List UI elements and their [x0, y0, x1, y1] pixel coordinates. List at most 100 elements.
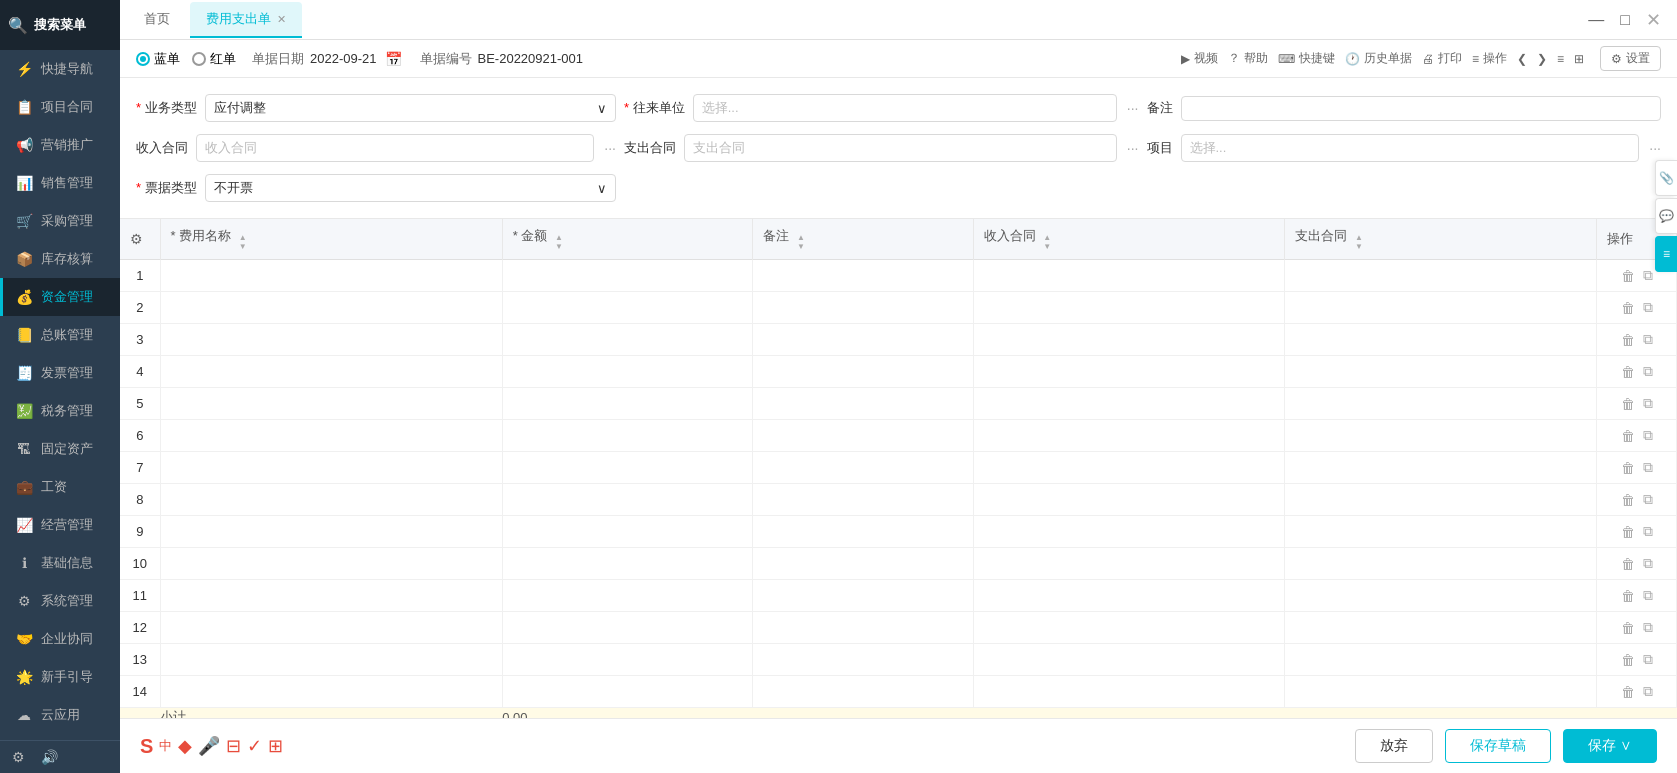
save-button[interactable]: 保存 ∨ — [1563, 729, 1657, 763]
copy-row-icon[interactable]: ⧉ — [1643, 459, 1653, 476]
video-action[interactable]: ▶ 视频 — [1181, 50, 1218, 67]
expense-contract-cell[interactable] — [1285, 516, 1597, 548]
sidebar-item-operations-mgmt[interactable]: 📈 经营管理 — [0, 506, 120, 544]
amount-cell[interactable] — [502, 324, 753, 356]
th-income-contract[interactable]: 收入合同 ▲ ▼ — [973, 219, 1285, 260]
remark-cell[interactable] — [753, 612, 973, 644]
next-button[interactable]: ❯ — [1537, 52, 1547, 66]
delete-row-icon[interactable]: 🗑 — [1621, 332, 1635, 348]
settings-icon[interactable]: ⚙ — [12, 749, 25, 765]
gear-icon[interactable]: ⚙ — [130, 231, 143, 247]
sidebar-item-sales-mgmt[interactable]: 📊 销售管理 — [0, 164, 120, 202]
amount-cell[interactable] — [502, 388, 753, 420]
delete-row-icon[interactable]: 🗑 — [1621, 396, 1635, 412]
copy-row-icon[interactable]: ⧉ — [1643, 395, 1653, 412]
income-contract-cell[interactable] — [973, 292, 1285, 324]
ops-action[interactable]: ≡ 操作 — [1472, 50, 1507, 67]
save-draft-button[interactable]: 保存草稿 — [1445, 729, 1551, 763]
amount-cell[interactable] — [502, 260, 753, 292]
copy-row-icon[interactable]: ⧉ — [1643, 651, 1653, 668]
remark-cell[interactable] — [753, 292, 973, 324]
copy-row-icon[interactable]: ⧉ — [1643, 683, 1653, 700]
income-contract-cell[interactable] — [973, 356, 1285, 388]
remark-input[interactable] — [1181, 96, 1662, 121]
date-value[interactable]: 2022-09-21 — [310, 51, 377, 66]
expense-name-cell[interactable] — [160, 356, 502, 388]
expense-name-cell[interactable] — [160, 420, 502, 452]
amount-cell[interactable] — [502, 580, 753, 612]
list-view-button[interactable]: ≡ — [1557, 52, 1564, 66]
sidebar-item-capital-mgmt[interactable]: 💰 资金管理 — [0, 278, 120, 316]
delete-row-icon[interactable]: 🗑 — [1621, 556, 1635, 572]
amount-cell[interactable] — [502, 548, 753, 580]
bill-type-select[interactable]: 不开票 ∨ — [205, 174, 616, 202]
expense-contract-cell[interactable] — [1285, 580, 1597, 612]
expense-contract-cell[interactable] — [1285, 292, 1597, 324]
remark-cell[interactable] — [753, 484, 973, 516]
close-window-button[interactable]: ✕ — [1642, 9, 1665, 31]
copy-row-icon[interactable]: ⧉ — [1643, 587, 1653, 604]
expense-name-cell[interactable] — [160, 612, 502, 644]
copy-row-icon[interactable]: ⧉ — [1643, 267, 1653, 284]
income-contract-cell[interactable] — [973, 388, 1285, 420]
expense-name-cell[interactable] — [160, 676, 502, 708]
blue-single-radio[interactable]: 蓝单 — [136, 50, 180, 68]
income-contract-cell[interactable] — [973, 612, 1285, 644]
remark-cell[interactable] — [753, 452, 973, 484]
income-contract-cell[interactable] — [973, 324, 1285, 356]
expense-contract-cell[interactable] — [1285, 612, 1597, 644]
amount-cell[interactable] — [502, 644, 753, 676]
expense-contract-cell[interactable] — [1285, 484, 1597, 516]
sidebar-item-new-guide[interactable]: 🌟 新手引导 — [0, 658, 120, 696]
amount-cell[interactable] — [502, 420, 753, 452]
grid-view-button[interactable]: ⊞ — [1574, 52, 1584, 66]
delete-row-icon[interactable]: 🗑 — [1621, 620, 1635, 636]
income-contract-cell[interactable] — [973, 260, 1285, 292]
expense-contract-cell[interactable] — [1285, 356, 1597, 388]
expense-contract-input[interactable]: 支出合同 — [684, 134, 1117, 162]
prev-button[interactable]: ❮ — [1517, 52, 1527, 66]
amount-cell[interactable] — [502, 484, 753, 516]
delete-row-icon[interactable]: 🗑 — [1621, 364, 1635, 380]
income-contract-cell[interactable] — [973, 580, 1285, 612]
minimize-button[interactable]: — — [1584, 9, 1608, 31]
sidebar-item-quick-nav[interactable]: ⚡ 快捷导航 — [0, 50, 120, 88]
right-panel-comment-btn[interactable]: 💬 — [1655, 198, 1677, 234]
amount-cell[interactable] — [502, 356, 753, 388]
remark-cell[interactable] — [753, 356, 973, 388]
expense-name-cell[interactable] — [160, 516, 502, 548]
sidebar-item-invoice-mgmt[interactable]: 🧾 发票管理 — [0, 354, 120, 392]
sidebar-item-purchase-mgmt[interactable]: 🛒 采购管理 — [0, 202, 120, 240]
expense-contract-cell[interactable] — [1285, 388, 1597, 420]
expense-name-cell[interactable] — [160, 260, 502, 292]
delete-row-icon[interactable]: 🗑 — [1621, 492, 1635, 508]
income-contract-cell[interactable] — [973, 420, 1285, 452]
discard-button[interactable]: 放弃 — [1355, 729, 1433, 763]
bill-no-value[interactable]: BE-20220921-001 — [478, 51, 584, 66]
sidebar-item-project-contract[interactable]: 📋 项目合同 — [0, 88, 120, 126]
th-expense-contract[interactable]: 支出合同 ▲ ▼ — [1285, 219, 1597, 260]
expense-name-cell[interactable] — [160, 580, 502, 612]
sidebar-header[interactable]: 🔍 搜索菜单 — [0, 0, 120, 50]
sidebar-item-system-mgmt[interactable]: ⚙ 系统管理 — [0, 582, 120, 620]
sidebar-item-payroll[interactable]: 💼 工资 — [0, 468, 120, 506]
income-contract-ellipsis[interactable]: ··· — [604, 140, 616, 156]
expense-name-cell[interactable] — [160, 484, 502, 516]
expense-name-cell[interactable] — [160, 644, 502, 676]
copy-row-icon[interactable]: ⧉ — [1643, 619, 1653, 636]
sidebar-item-marketing[interactable]: 📢 营销推广 — [0, 126, 120, 164]
amount-cell[interactable] — [502, 676, 753, 708]
expense-name-cell[interactable] — [160, 388, 502, 420]
right-panel-attachment-btn[interactable]: 📎 — [1655, 160, 1677, 196]
expense-contract-cell[interactable] — [1285, 548, 1597, 580]
th-expense-name[interactable]: * 费用名称 ▲ ▼ — [160, 219, 502, 260]
project-ellipsis[interactable]: ··· — [1649, 140, 1661, 156]
delete-row-icon[interactable]: 🗑 — [1621, 652, 1635, 668]
calendar-icon[interactable]: 📅 — [385, 51, 402, 67]
counterpart-input[interactable]: 选择... — [693, 94, 1117, 122]
copy-row-icon[interactable]: ⧉ — [1643, 363, 1653, 380]
delete-row-icon[interactable]: 🗑 — [1621, 460, 1635, 476]
remark-cell[interactable] — [753, 516, 973, 548]
expense-name-cell[interactable] — [160, 548, 502, 580]
copy-row-icon[interactable]: ⧉ — [1643, 299, 1653, 316]
